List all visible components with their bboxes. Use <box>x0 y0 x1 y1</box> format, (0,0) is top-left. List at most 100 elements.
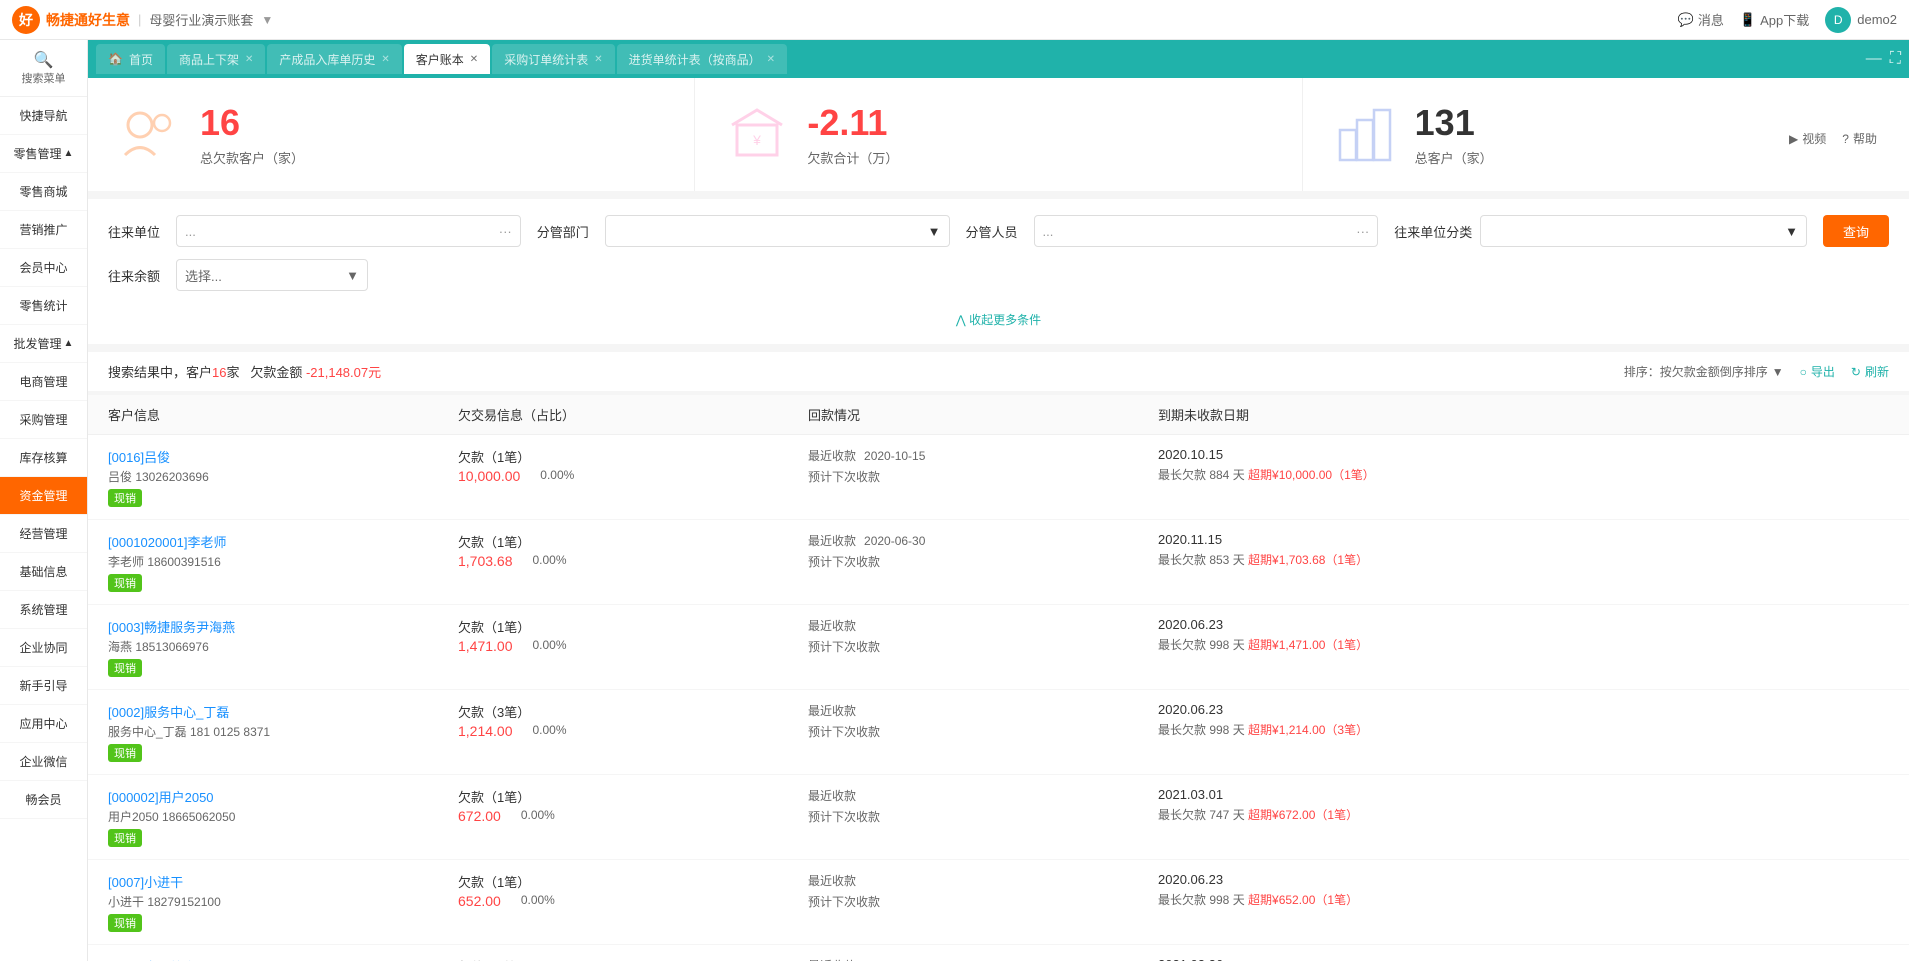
sidebar-item-retail-stats[interactable]: 零售统计 <box>0 287 87 325</box>
person-label: 分管人员 <box>966 222 1026 241</box>
unit-cat-dropdown-icon: ▼ <box>1785 224 1798 239</box>
refresh-button[interactable]: ↻ 刷新 <box>1851 363 1889 380</box>
person-input[interactable]: ... ··· <box>1034 215 1379 247</box>
col-header-overdue: 到期未收款日期 <box>1158 405 1889 424</box>
recovery-cell: 最近收款 预计下次收款 <box>808 957 1158 961</box>
sidebar-item-member-center[interactable]: 会员中心 <box>0 249 87 287</box>
sidebar-item-enterprise-wechat[interactable]: 企业微信 <box>0 743 87 781</box>
tab-product-history[interactable]: 产成品入库单历史 ✕ <box>267 44 401 74</box>
close-tab-4[interactable]: ✕ <box>594 54 602 65</box>
video-icon: ▶ <box>1789 132 1798 146</box>
username-label: demo2 <box>1857 12 1897 27</box>
tab-purchase-stats-product[interactable]: 进货单统计表（按商品） ✕ <box>617 44 787 74</box>
help-btn[interactable]: ? 帮助 <box>1842 130 1877 147</box>
app-download-btn[interactable]: 📱 App下载 <box>1740 10 1809 29</box>
sidebar-search[interactable]: 🔍 搜索菜单 <box>0 40 87 97</box>
sidebar-item-retail-mgmt[interactable]: 零售管理 ▲ <box>0 135 87 173</box>
sidebar-item-enterprise-collab[interactable]: 企业协同 <box>0 629 87 667</box>
tabs-bar: 🏠 首页 商品上下架 ✕ 产成品入库单历史 ✕ 客户账本 ✕ 采购订单统计表 <box>88 40 1909 78</box>
customer-name-link[interactable]: [0002]服务中心_丁磊 <box>108 705 229 720</box>
tab-purchase-order-stats[interactable]: 采购订单统计表 ✕ <box>492 44 614 74</box>
sort-select[interactable]: 排序：按欠款金额倒序排序 ▼ <box>1624 363 1784 380</box>
customer-info: 用户2050 18665062050 <box>108 808 458 825</box>
overdue-cell: 2020.11.15 最长欠款 853 天 超期¥1,703.68（1笔） <box>1158 532 1889 568</box>
sidebar-item-inventory[interactable]: 库存核算 <box>0 439 87 477</box>
stat-label-customers: 总欠款客户（家） <box>200 148 304 167</box>
input-more-icon: ··· <box>499 224 512 239</box>
recovery-cell: 最近收款 预计下次收款 <box>808 787 1158 825</box>
sidebar-item-basic-info[interactable]: 基础信息 <box>0 553 87 591</box>
collapse-button[interactable]: ⋀ 收起更多条件 <box>956 313 1041 327</box>
customer-cell: [0006]去下粮仓 陈小明 现销 <box>108 957 458 961</box>
phone-icon: 📱 <box>1740 12 1756 28</box>
sidebar-item-chang-member[interactable]: 畅会员 <box>0 781 87 819</box>
customer-name-link[interactable]: [0016]吕俊 <box>108 450 170 465</box>
avatar: D <box>1825 7 1851 33</box>
sidebar-item-new-guide[interactable]: 新手引导 <box>0 667 87 705</box>
close-tab-2[interactable]: ✕ <box>381 54 389 65</box>
customer-info: 吕俊 13026203696 <box>108 468 458 485</box>
sidebar-item-app-center[interactable]: 应用中心 <box>0 705 87 743</box>
export-button[interactable]: ○ 导出 <box>1800 363 1835 380</box>
video-btn[interactable]: ▶ 视频 <box>1789 130 1826 147</box>
close-tab-3[interactable]: ✕ <box>470 54 478 65</box>
sidebar-item-system[interactable]: 系统管理 <box>0 591 87 629</box>
table-header: 客户信息 欠交易信息（占比） 回款情况 到期未收款日期 <box>88 395 1909 435</box>
customer-info: 小进干 18279152100 <box>108 893 458 910</box>
stat-value-customers: 16 <box>200 102 304 144</box>
customer-tag: 现销 <box>108 489 142 507</box>
close-tab-5[interactable]: ✕ <box>767 54 775 65</box>
stats-row: 16 总欠款客户（家） ¥ -2.11 欠款合计（万） <box>88 78 1909 191</box>
sort-label: 排序：按欠款金额倒序排序 <box>1624 363 1768 380</box>
table: 客户信息 欠交易信息（占比） 回款情况 到期未收款日期 [0016]吕俊 吕俊 … <box>88 395 1909 961</box>
balance-label: 往来余额 <box>108 266 168 285</box>
filter-dept: 分管部门 ▼ <box>537 215 950 247</box>
balance-select[interactable]: 选择... ▼ <box>176 259 368 291</box>
overdue-cell: 2021.03.01 最长欠款 747 天 超期¥672.00（1笔） <box>1158 787 1889 823</box>
search-button[interactable]: 查询 <box>1823 215 1889 247</box>
customer-cell: [0016]吕俊 吕俊 13026203696 现销 <box>108 447 458 507</box>
customer-name-link[interactable]: [0007]小进干 <box>108 875 183 890</box>
customer-name-link[interactable]: [0001020001]李老师 <box>108 535 227 550</box>
store-name: 母婴行业演示账套 <box>149 10 253 29</box>
dept-select[interactable]: ▼ <box>605 215 950 247</box>
sidebar-item-ecommerce[interactable]: 电商管理 <box>0 363 87 401</box>
table-row: [0001020001]李老师 李老师 18600391516 现销 欠款（1笔… <box>88 520 1909 605</box>
from-unit-label: 往来单位 <box>108 222 168 241</box>
dept-dropdown-icon: ▼ <box>928 224 941 239</box>
sidebar-item-quick-nav[interactable]: 快捷导航 <box>0 97 87 135</box>
filter-from-unit: 往来单位 ... ··· <box>108 215 521 247</box>
logo-text: 畅捷通好生意 <box>46 10 130 30</box>
stat-label-debt: 欠款合计（万） <box>807 148 898 167</box>
minimize-icon[interactable]: — <box>1866 50 1882 68</box>
sidebar-item-retail-mall[interactable]: 零售商城 <box>0 173 87 211</box>
sidebar-item-marketing[interactable]: 营销推广 <box>0 211 87 249</box>
store-dropdown[interactable]: ▼ <box>261 13 273 27</box>
tab-customer-account[interactable]: 客户账本 ✕ <box>404 44 490 74</box>
sidebar-item-operations[interactable]: 经营管理 <box>0 515 87 553</box>
user-avatar[interactable]: D demo2 <box>1825 7 1897 33</box>
debt-cell: 欠款（3笔） 1,214.00 0.00% <box>458 702 808 739</box>
unit-category-select[interactable]: ▼ <box>1480 215 1807 247</box>
chevron-icon: ▲ <box>64 148 74 159</box>
sidebar-item-wholesale[interactable]: 批发管理 ▲ <box>0 325 87 363</box>
customer-tag: 现销 <box>108 914 142 932</box>
maximize-icon[interactable]: ⛶ <box>1890 50 1901 68</box>
sidebar-item-purchase[interactable]: 采购管理 <box>0 401 87 439</box>
customer-name-link[interactable]: [000002]用户2050 <box>108 790 214 805</box>
debt-cell: 欠款（1笔） 652.00 0.00% <box>458 872 808 909</box>
overdue-cell: 2020.06.23 最长欠款 998 天 超期¥1,471.00（1笔） <box>1158 617 1889 653</box>
message-btn[interactable]: 💬 消息 <box>1678 10 1724 29</box>
stat-value-debt: -2.11 <box>807 102 898 144</box>
sidebar-item-finance[interactable]: 资金管理 <box>0 477 87 515</box>
from-unit-input[interactable]: ... ··· <box>176 215 521 247</box>
filter-unit-category: 往来单位分类 ▼ <box>1394 215 1807 247</box>
customer-name-link[interactable]: [0003]畅捷服务尹海燕 <box>108 620 235 635</box>
tab-product-shelf[interactable]: 商品上下架 ✕ <box>167 44 265 74</box>
customer-tag: 现销 <box>108 744 142 762</box>
close-tab-1[interactable]: ✕ <box>245 54 253 65</box>
tab-home[interactable]: 🏠 首页 <box>96 44 165 74</box>
customer-cell: [0001020001]李老师 李老师 18600391516 现销 <box>108 532 458 592</box>
table-row: [000002]用户2050 用户2050 18665062050 现销 欠款（… <box>88 775 1909 860</box>
recovery-cell: 最近收款2020-10-15 预计下次收款 <box>808 447 1158 485</box>
